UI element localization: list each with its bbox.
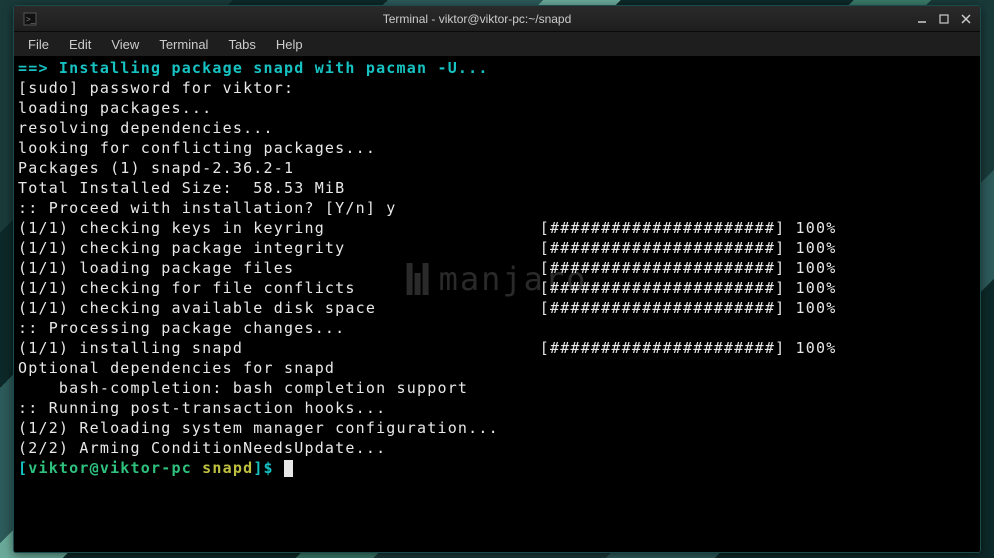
output-line: :: Proceed with installation? [Y/n] y (18, 198, 976, 218)
terminal-body[interactable]: manjaro ==> Installing package snapd wit… (14, 56, 980, 552)
titlebar[interactable]: >_ Terminal - viktor@viktor-pc:~/snapd (14, 6, 980, 32)
output-line: Packages (1) snapd-2.36.2-1 (18, 158, 976, 178)
terminal-output: ==> Installing package snapd with pacman… (18, 58, 976, 478)
menubar: File Edit View Terminal Tabs Help (14, 32, 980, 56)
prompt-bracket-close: ]$ (253, 459, 284, 477)
output-line: [sudo] password for viktor: (18, 78, 976, 98)
app-icon: >_ (22, 11, 38, 27)
output-line: (1/1) checking keys in keyring [########… (18, 218, 976, 238)
prompt-path: snapd (202, 459, 253, 477)
prompt-user: viktor@viktor-pc (28, 459, 192, 477)
menu-view[interactable]: View (101, 34, 149, 55)
output-line: (1/1) loading package files [###########… (18, 258, 976, 278)
menu-tabs[interactable]: Tabs (218, 34, 265, 55)
output-line: bash-completion: bash completion support (18, 378, 976, 398)
output-line: :: Processing package changes... (18, 318, 976, 338)
output-line: resolving dependencies... (18, 118, 976, 138)
cursor (284, 460, 293, 477)
menu-help[interactable]: Help (266, 34, 313, 55)
output-line: ==> Installing package snapd with pacman… (18, 58, 976, 78)
maximize-button[interactable] (934, 10, 954, 28)
output-line: (1/1) checking for file conflicts [#####… (18, 278, 976, 298)
output-line: Optional dependencies for snapd (18, 358, 976, 378)
output-line: (2/2) Arming ConditionNeedsUpdate... (18, 438, 976, 458)
window-title: Terminal - viktor@viktor-pc:~/snapd (42, 12, 912, 26)
menu-terminal[interactable]: Terminal (149, 34, 218, 55)
output-line: loading packages... (18, 98, 976, 118)
output-line: looking for conflicting packages... (18, 138, 976, 158)
output-line: (1/2) Reloading system manager configura… (18, 418, 976, 438)
output-line: (1/1) checking available disk space [###… (18, 298, 976, 318)
prompt-bracket-open: [ (18, 459, 28, 477)
prompt-line: [viktor@viktor-pc snapd]$ (18, 458, 976, 478)
terminal-window: >_ Terminal - viktor@viktor-pc:~/snapd F… (13, 5, 981, 553)
menu-edit[interactable]: Edit (59, 34, 101, 55)
window-controls (912, 10, 976, 28)
output-line: :: Running post-transaction hooks... (18, 398, 976, 418)
output-line: (1/1) installing snapd [################… (18, 338, 976, 358)
close-button[interactable] (956, 10, 976, 28)
output-line: (1/1) checking package integrity [######… (18, 238, 976, 258)
menu-file[interactable]: File (18, 34, 59, 55)
minimize-button[interactable] (912, 10, 932, 28)
prompt-sep (192, 459, 202, 477)
svg-text:>_: >_ (26, 15, 36, 24)
output-line: Total Installed Size: 58.53 MiB (18, 178, 976, 198)
